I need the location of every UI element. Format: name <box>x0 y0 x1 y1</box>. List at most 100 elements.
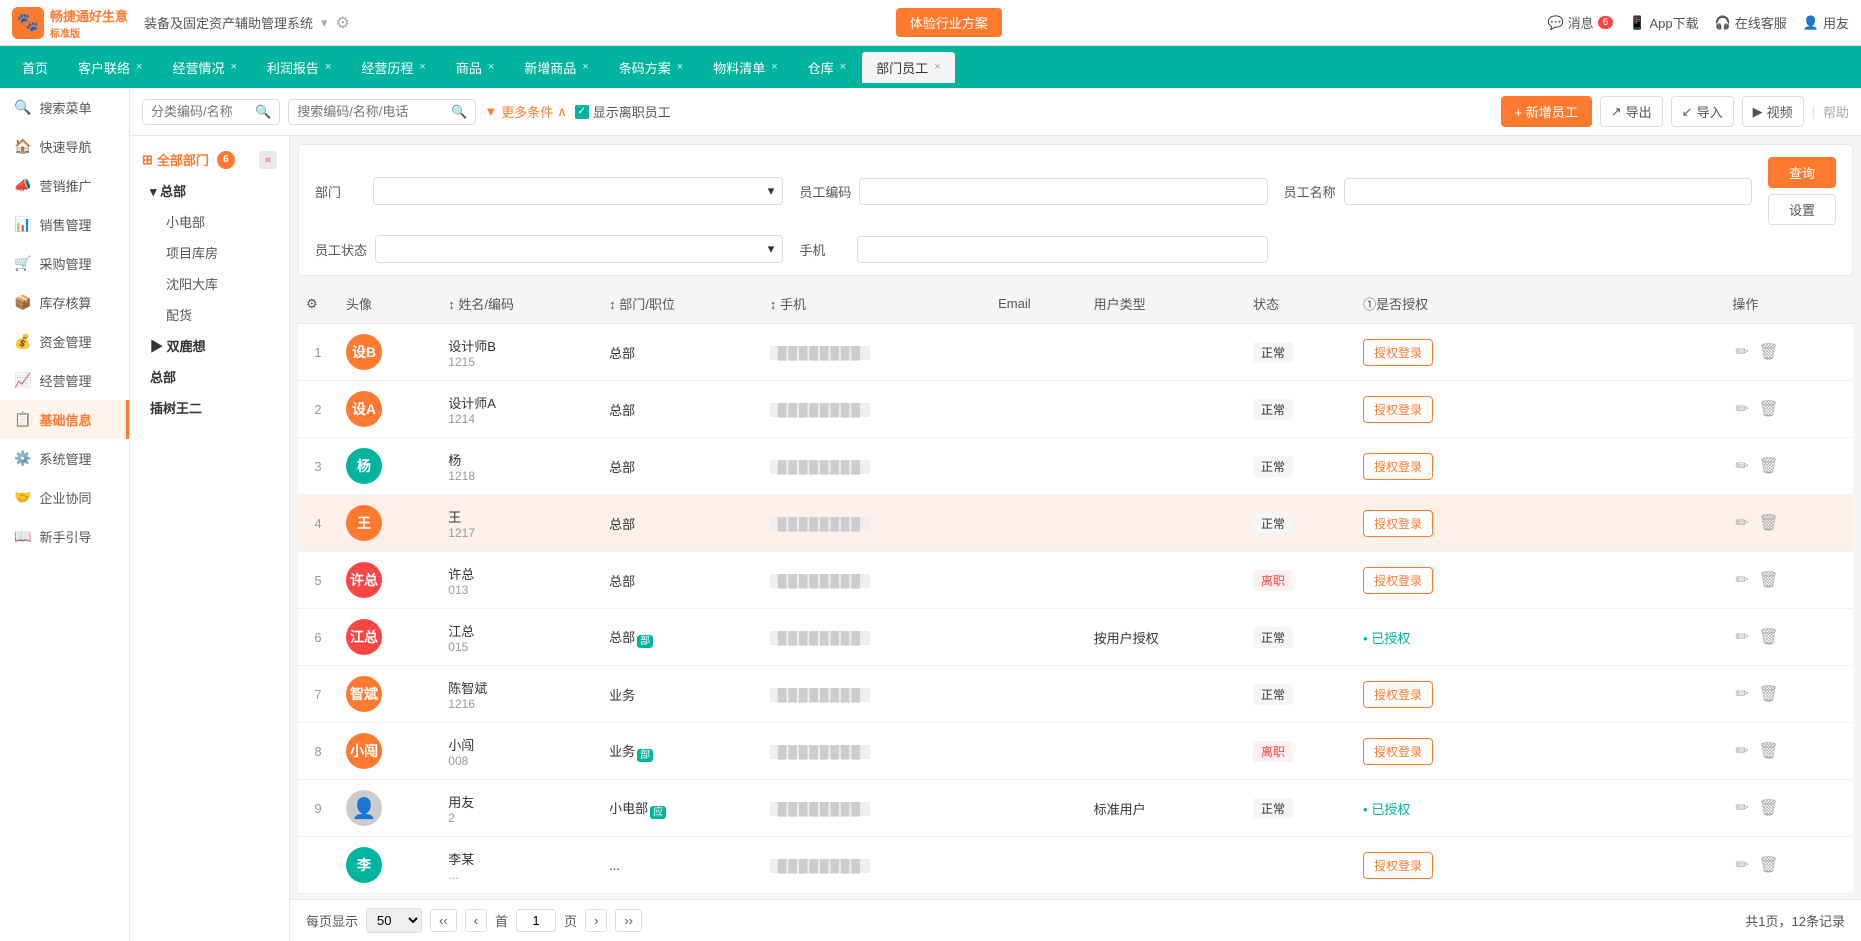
auth-btn[interactable]: 授权登录 <box>1363 396 1433 423</box>
classify-input[interactable] <box>151 104 251 119</box>
delete-btn[interactable]: 🗑 <box>1758 515 1778 532</box>
more-conditions-btn[interactable]: ▼ 更多条件 ∧ <box>484 102 566 121</box>
close-icon[interactable]: × <box>582 61 588 73</box>
delete-btn[interactable]: 🗑 <box>1758 344 1778 361</box>
per-page-select[interactable]: 50 100 <box>366 908 422 933</box>
edit-btn[interactable]: ✏ <box>1735 515 1748 532</box>
search-icon[interactable]: 🔍 <box>451 104 467 120</box>
delete-btn[interactable]: 🗑 <box>1758 800 1778 817</box>
first-page-btn[interactable]: ‹‹ <box>430 909 457 932</box>
delete-btn[interactable]: 🗑 <box>1758 857 1778 874</box>
sidebar-item-marketing[interactable]: 📣 营销推广 <box>0 166 129 205</box>
dept-item-peihuo[interactable]: 配货 <box>138 299 289 330</box>
phone-input[interactable] <box>857 236 1267 263</box>
sidebar-item-shortcut[interactable]: 🏠 快速导航 <box>0 127 129 166</box>
message-btn[interactable]: 💬 消息 6 <box>1547 13 1613 32</box>
delete-btn[interactable]: 🗑 <box>1758 572 1778 589</box>
edit-btn[interactable]: ✏ <box>1735 572 1748 589</box>
add-employee-btn[interactable]: + 新增员工 <box>1501 96 1592 127</box>
dept-item-xiaodian[interactable]: 小电部 <box>138 206 289 237</box>
edit-btn[interactable]: ✏ <box>1735 857 1748 874</box>
tab-employees[interactable]: 部门员工 × <box>862 52 954 83</box>
sidebar-item-basic[interactable]: 📋 基础信息 <box>0 400 129 439</box>
auth-btn[interactable]: 授权登录 <box>1363 339 1433 366</box>
dept-select[interactable]: ▾ <box>373 177 783 205</box>
page-input[interactable] <box>516 909 556 932</box>
app-download-btn[interactable]: 📱 App下载 <box>1629 13 1698 32</box>
close-icon[interactable]: × <box>934 61 940 73</box>
sidebar-item-search[interactable]: 🔍 搜索菜单 <box>0 88 129 127</box>
auth-btn[interactable]: 授权登录 <box>1363 738 1433 765</box>
sidebar-item-purchase[interactable]: 🛒 采购管理 <box>0 244 129 283</box>
delete-btn[interactable]: 🗑 <box>1758 401 1778 418</box>
auth-btn[interactable]: 授权登录 <box>1363 852 1433 879</box>
reset-btn[interactable]: 设置 <box>1768 194 1836 225</box>
edit-btn[interactable]: ✏ <box>1735 800 1748 817</box>
tab-history[interactable]: 经营历程 × <box>347 52 439 83</box>
edit-btn[interactable]: ✏ <box>1735 686 1748 703</box>
tab-bom[interactable]: 物料清单 × <box>699 52 791 83</box>
tab-warehouse[interactable]: 仓库 × <box>794 52 860 83</box>
tab-profit[interactable]: 利润报告 × <box>253 52 345 83</box>
export-btn[interactable]: ↗ 导出 <box>1600 96 1663 127</box>
delete-btn[interactable]: 🗑 <box>1758 629 1778 646</box>
dept-group-chashuwang[interactable]: 插树王二 <box>138 392 289 423</box>
delete-btn[interactable]: 🗑 <box>1758 458 1778 475</box>
close-icon[interactable]: × <box>325 61 331 73</box>
tab-home[interactable]: 首页 <box>8 52 62 83</box>
dept-group-shuanglu[interactable]: ▶ 双鹿想 <box>138 330 289 361</box>
query-btn[interactable]: 查询 <box>1768 157 1836 188</box>
dept-item-shenyang[interactable]: 沈阳大库 <box>138 268 289 299</box>
close-icon[interactable]: × <box>771 61 777 73</box>
emp-code-input[interactable] <box>859 178 1267 205</box>
edit-btn[interactable]: ✏ <box>1735 401 1748 418</box>
edit-btn[interactable]: ✏ <box>1735 458 1748 475</box>
sidebar-item-guide[interactable]: 📖 新手引导 <box>0 517 129 556</box>
last-page-btn[interactable]: ›› <box>615 909 642 932</box>
edit-btn[interactable]: ✏ <box>1735 629 1748 646</box>
search-input[interactable] <box>297 104 447 119</box>
auth-btn[interactable]: 授权登录 <box>1363 681 1433 708</box>
dept-group-zongbu[interactable]: ▾ 总部 <box>138 175 289 206</box>
online-service-btn[interactable]: 🎧 在线客服 <box>1715 13 1787 32</box>
close-icon[interactable]: × <box>136 61 142 73</box>
delete-btn[interactable]: 🗑 <box>1758 743 1778 760</box>
import-btn[interactable]: ↙ 导入 <box>1671 96 1734 127</box>
tab-goods[interactable]: 商品 × <box>442 52 508 83</box>
emp-status-select[interactable]: ▾ <box>375 235 783 263</box>
sidebar-item-finance[interactable]: 💰 资金管理 <box>0 322 129 361</box>
auth-btn[interactable]: 授权登录 <box>1363 510 1433 537</box>
tab-operation[interactable]: 经营情况 × <box>158 52 250 83</box>
sidebar-item-stock[interactable]: 📦 库存核算 <box>0 283 129 322</box>
th-name[interactable]: ↕ 姓名/编码 <box>440 284 601 324</box>
all-dept-header[interactable]: ⊞ 全部部门 6 « <box>130 144 289 175</box>
sidebar-item-enterprise[interactable]: 🤝 企业协同 <box>0 478 129 517</box>
auth-btn[interactable]: 授权登录 <box>1363 567 1433 594</box>
auth-btn[interactable]: 授权登录 <box>1363 453 1433 480</box>
dept-item-project[interactable]: 项目库房 <box>138 237 289 268</box>
sidebar-item-system[interactable]: ⚙️ 系统管理 <box>0 439 129 478</box>
next-page-btn[interactable]: › <box>585 909 607 932</box>
close-icon[interactable]: × <box>677 61 683 73</box>
tab-customer[interactable]: 客户联络 × <box>64 52 156 83</box>
edit-btn[interactable]: ✏ <box>1735 344 1748 361</box>
tab-add-goods[interactable]: 新增商品 × <box>510 52 602 83</box>
dropdown-icon[interactable]: ▾ <box>321 15 328 31</box>
close-icon[interactable]: × <box>840 61 846 73</box>
th-dept[interactable]: ↕ 部门/职位 <box>601 284 762 324</box>
experience-btn[interactable]: 体验行业方案 <box>896 8 1002 37</box>
help-btn[interactable]: 帮助 <box>1823 102 1849 121</box>
user-area[interactable]: 👤 用友 <box>1803 13 1849 32</box>
close-icon[interactable]: × <box>488 61 494 73</box>
prev-page-btn[interactable]: ‹ <box>465 909 487 932</box>
tab-barcode[interactable]: 条码方案 × <box>605 52 697 83</box>
settings-icon[interactable]: ⚙ <box>336 13 350 33</box>
close-icon[interactable]: × <box>230 61 236 73</box>
sidebar-item-sales[interactable]: 📊 销售管理 <box>0 205 129 244</box>
close-icon[interactable]: × <box>419 61 425 73</box>
search-icon[interactable]: 🔍 <box>255 104 271 120</box>
delete-btn[interactable]: 🗑 <box>1758 686 1778 703</box>
sidebar-item-operation[interactable]: 📈 经营管理 <box>0 361 129 400</box>
edit-btn[interactable]: ✏ <box>1735 743 1748 760</box>
show-resigned-checkbox[interactable]: ✓ 显示离职员工 <box>575 102 671 121</box>
